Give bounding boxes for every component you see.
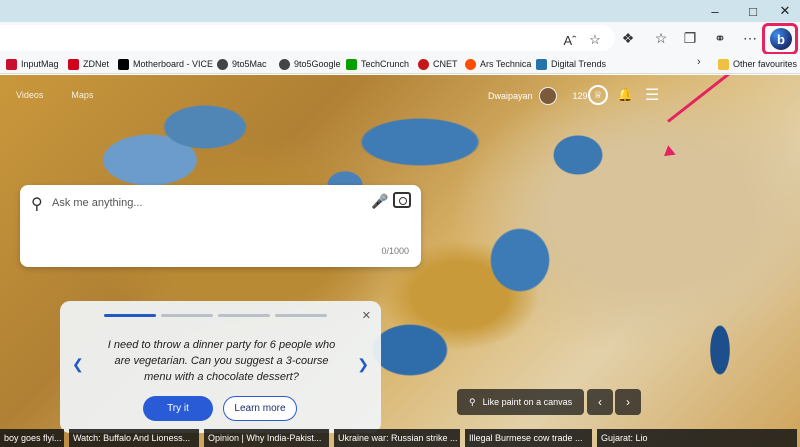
news-strip: boy goes flyi... Watch: Buffalo And Lion… [0,429,800,447]
suggestion-card: ✕ ❮ I need to throw a dinner party for 6… [60,301,381,433]
visual-search-icon[interactable] [393,192,411,208]
search-box: ⚲ 🎤 0/1000 [20,185,421,267]
zdnet-icon [68,58,79,70]
favourite-techcrunch[interactable]: TechCrunch [346,57,409,71]
title-bar: – □ ✕ [0,0,800,22]
top-nav: Videos Maps [16,90,93,100]
annotation-arrow-head [660,145,676,161]
chevron-right-icon[interactable]: › [697,56,701,68]
image-caption: Like paint on a canvas [482,397,573,407]
favourite-label: InputMag [21,59,59,69]
search-input[interactable] [52,194,352,212]
news-item[interactable]: Gujarat: Lio [597,429,797,447]
favourite-label: Motherboard - VICE [133,59,214,69]
maximize-button[interactable]: □ [736,0,770,22]
user-profile[interactable]: Dwaipayan 129 [488,87,588,105]
extensions-icon[interactable]: ❖ [618,28,638,48]
notifications-icon[interactable]: 🔔 [617,87,633,103]
bing-homepage: Videos Maps Dwaipayan 129 ♕ 🔔 ☰ ⚲ 🎤 0/10… [0,75,800,447]
chevron-right-icon[interactable]: ❯ [357,356,369,373]
ars-icon [465,58,476,70]
try-it-button[interactable]: Try it [143,396,213,421]
favourite-inputmag[interactable]: InputMag [6,57,59,71]
favourite-label: Digital Trends [551,59,607,69]
previous-image-button[interactable]: ‹ [587,389,613,415]
suggestion-progress [104,314,327,317]
favourite-label: TechCrunch [361,59,410,69]
more-options-icon[interactable]: ⋯ [740,28,760,48]
progress-segment [218,314,270,317]
user-name: Dwaipayan [488,91,533,101]
share-icon[interactable]: ⚭ [710,28,730,48]
favourites-bar: InputMag ZDNet Motherboard - VICE 9to5Ma… [0,54,800,74]
vice-icon [118,58,129,70]
favourites-icon[interactable]: ☆ [651,28,671,48]
char-counter: 0/1000 [381,246,409,256]
favourite-label: CNET [433,59,458,69]
news-item[interactable]: Illegal Burmese cow trade ... [465,429,592,447]
news-item[interactable]: Watch: Buffalo And Lioness... [69,429,199,447]
favourite-cnet[interactable]: CNET [418,57,458,71]
suggestion-text: I need to throw a dinner party for 6 peo… [107,339,336,383]
toolbar: Aˆ ☆ ❖ ☆ ❐ ⚭ ⋯ [0,22,800,54]
add-favourite-icon[interactable]: ☆ [585,30,605,50]
close-icon[interactable]: ✕ [362,309,371,322]
clock-icon [279,58,290,70]
favourite-label: 9to5Google [294,59,341,69]
news-item[interactable]: Ukraine war: Russian strike ... [334,429,460,447]
favourite-9to5mac[interactable]: 9to5Mac [217,57,267,71]
nav-videos[interactable]: Videos [16,90,43,100]
cnet-icon [418,58,429,70]
clock-icon [217,58,228,70]
copilot-icon: b [770,28,792,50]
image-info-button[interactable]: ⚲ Like paint on a canvas [457,389,585,415]
progress-segment [104,314,156,317]
favourite-motherboard[interactable]: Motherboard - VICE [118,57,213,71]
digitaltrends-icon [536,58,547,70]
avatar [538,87,557,105]
news-item[interactable]: boy goes flyi... [0,429,64,447]
annotation-arrow [667,75,752,123]
rewards-icon[interactable]: ♕ [588,85,608,105]
close-window-button[interactable]: ✕ [768,0,800,22]
next-image-button[interactable]: › [615,389,641,415]
minimize-button[interactable]: – [698,0,732,22]
copilot-button[interactable]: b [762,23,798,55]
progress-segment [275,314,327,317]
favourite-zdnet[interactable]: ZDNet [68,57,109,71]
favourite-label: Ars Technica [480,59,532,69]
learn-more-button[interactable]: Learn more [223,396,297,421]
collections-icon[interactable]: ❐ [680,28,700,48]
favourite-digital-trends[interactable]: Digital Trends [536,57,606,71]
nav-maps[interactable]: Maps [71,90,93,100]
address-bar[interactable]: Aˆ ☆ [0,25,615,51]
favourite-ars-technica[interactable]: Ars Technica [465,57,531,71]
techcrunch-icon [346,58,357,70]
progress-segment [161,314,213,317]
location-pin-icon: ⚲ [469,396,476,407]
read-aloud-icon[interactable]: Aˆ [560,30,580,50]
favourite-label: 9to5Mac [232,59,267,69]
folder-icon [718,58,729,70]
other-favourites[interactable]: Other favourites [718,57,797,71]
other-favourites-label: Other favourites [733,59,798,69]
rewards-points: 129 [572,91,588,101]
microphone-icon[interactable]: 🎤 [371,193,388,210]
favourite-9to5google[interactable]: 9to5Google [279,57,341,71]
favourite-label: ZDNet [83,59,110,69]
news-item[interactable]: Opinion | Why India-Pakist... [204,429,329,447]
chevron-left-icon[interactable]: ❮ [72,356,84,373]
inputmag-icon [6,58,17,70]
search-icon: ⚲ [31,196,43,213]
hamburger-menu-icon[interactable]: ☰ [645,85,659,105]
